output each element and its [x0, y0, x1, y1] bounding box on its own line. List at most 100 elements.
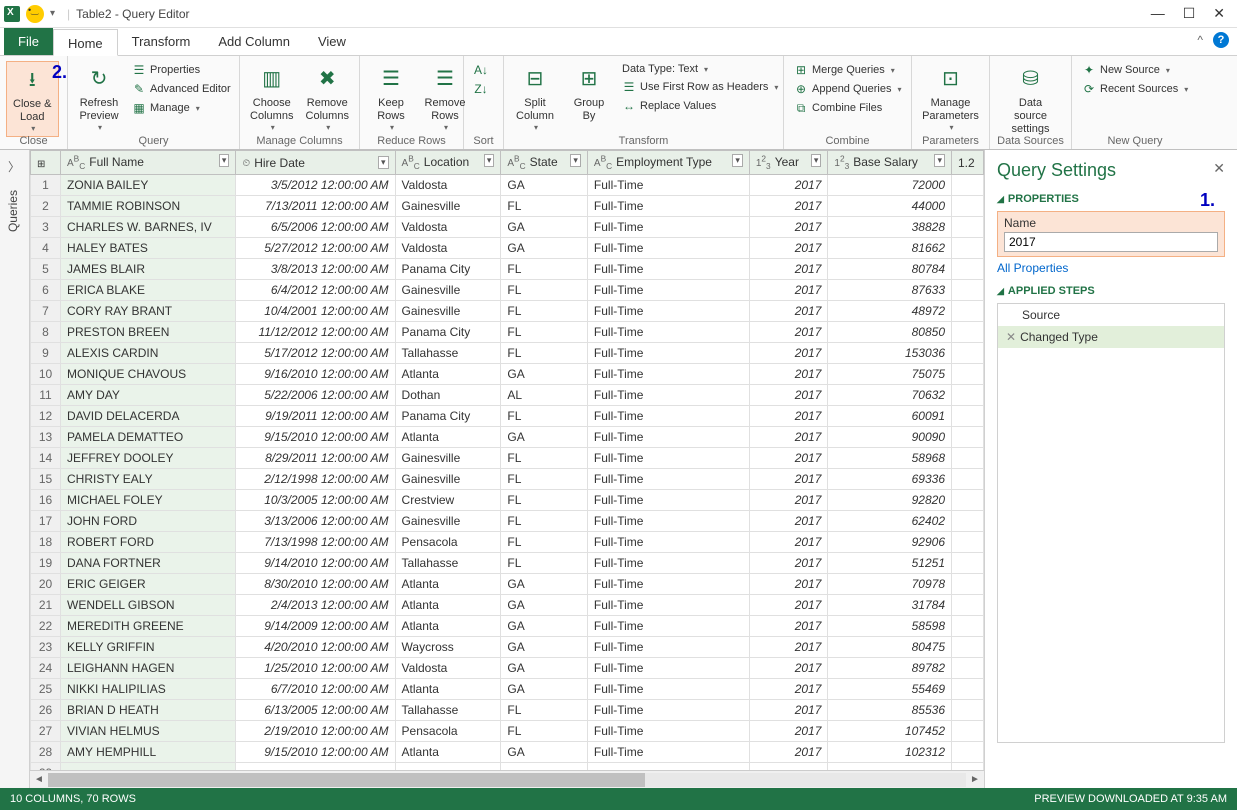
cell-year[interactable]: 2017 [749, 343, 828, 364]
cell-year[interactable]: 2017 [749, 532, 828, 553]
cell-fullname[interactable] [61, 763, 236, 770]
cell-extra[interactable] [952, 721, 984, 742]
cell-state[interactable]: GA [501, 679, 588, 700]
scrollbar-thumb[interactable] [48, 773, 645, 787]
manage-parameters-button[interactable]: ⊡Manage Parameters▾ [918, 61, 983, 135]
row-number[interactable]: 29 [31, 763, 61, 770]
split-column-button[interactable]: ⊟Split Column▾ [510, 61, 560, 135]
cell-fullname[interactable]: HALEY BATES [61, 238, 236, 259]
table-row[interactable]: 25NIKKI HALIPILIAS6/7/2010 12:00:00 AMAt… [31, 679, 984, 700]
cell-salary[interactable]: 51251 [828, 553, 952, 574]
cell-extra[interactable] [952, 364, 984, 385]
row-number[interactable]: 9 [31, 343, 61, 364]
cell-year[interactable]: 2017 [749, 448, 828, 469]
cell-employment[interactable]: Full-Time [587, 259, 749, 280]
cell-fullname[interactable]: ZONIA BAILEY [61, 175, 236, 196]
cell-hiredate[interactable] [236, 763, 395, 770]
cell-year[interactable]: 2017 [749, 721, 828, 742]
column-header[interactable]: ABCState▾ [501, 151, 588, 175]
cell-salary[interactable]: 92906 [828, 532, 952, 553]
cell-extra[interactable] [952, 217, 984, 238]
cell-fullname[interactable]: CHRISTY EALY [61, 469, 236, 490]
cell-fullname[interactable]: ERIC GEIGER [61, 574, 236, 595]
cell-location[interactable] [395, 763, 501, 770]
cell-fullname[interactable]: LEIGHANN HAGEN [61, 658, 236, 679]
qat-dropdown-icon[interactable]: ▾ [50, 8, 55, 19]
column-header[interactable]: ABCLocation▾ [395, 151, 501, 175]
cell-location[interactable]: Gainesville [395, 280, 501, 301]
cell-fullname[interactable]: MICHAEL FOLEY [61, 490, 236, 511]
cell-fullname[interactable]: MONIQUE CHAVOUS [61, 364, 236, 385]
cell-year[interactable]: 2017 [749, 301, 828, 322]
close-icon[interactable]: ✕ [1213, 5, 1225, 22]
cell-extra[interactable] [952, 406, 984, 427]
row-number[interactable]: 14 [31, 448, 61, 469]
cell-extra[interactable] [952, 700, 984, 721]
cell-employment[interactable]: Full-Time [587, 574, 749, 595]
cell-salary[interactable]: 62402 [828, 511, 952, 532]
cell-location[interactable]: Waycross [395, 637, 501, 658]
column-header[interactable]: 123Year▾ [749, 151, 828, 175]
cell-location[interactable]: Gainesville [395, 196, 501, 217]
cell-salary[interactable]: 58598 [828, 616, 952, 637]
cell-salary[interactable]: 44000 [828, 196, 952, 217]
cell-salary[interactable]: 153036 [828, 343, 952, 364]
cell-employment[interactable]: Full-Time [587, 532, 749, 553]
cell-state[interactable]: GA [501, 595, 588, 616]
cell-employment[interactable]: Full-Time [587, 700, 749, 721]
query-name-input[interactable] [1004, 232, 1218, 252]
cell-salary[interactable]: 70978 [828, 574, 952, 595]
cell-hiredate[interactable]: 2/4/2013 12:00:00 AM [236, 595, 395, 616]
filter-dropdown-icon[interactable]: ▾ [732, 154, 743, 167]
row-number[interactable]: 28 [31, 742, 61, 763]
cell-hiredate[interactable]: 10/4/2001 12:00:00 AM [236, 301, 395, 322]
row-number[interactable]: 3 [31, 217, 61, 238]
cell-salary[interactable]: 55469 [828, 679, 952, 700]
cell-extra[interactable] [952, 259, 984, 280]
cell-hiredate[interactable]: 10/3/2005 12:00:00 AM [236, 490, 395, 511]
cell-location[interactable]: Crestview [395, 490, 501, 511]
row-number[interactable]: 27 [31, 721, 61, 742]
cell-salary[interactable]: 87633 [828, 280, 952, 301]
cell-extra[interactable] [952, 196, 984, 217]
table-row[interactable]: 10MONIQUE CHAVOUS9/16/2010 12:00:00 AMAt… [31, 364, 984, 385]
table-row[interactable]: 22MEREDITH GREENE9/14/2009 12:00:00 AMAt… [31, 616, 984, 637]
tab-file[interactable]: File [4, 28, 53, 55]
cell-salary[interactable]: 102312 [828, 742, 952, 763]
maximize-icon[interactable]: ☐ [1183, 5, 1196, 22]
collapse-ribbon-icon[interactable]: ^ [1197, 33, 1203, 47]
cell-location[interactable]: Atlanta [395, 364, 501, 385]
cell-year[interactable]: 2017 [749, 616, 828, 637]
row-number[interactable]: 5 [31, 259, 61, 280]
table-row[interactable]: 5JAMES BLAIR3/8/2013 12:00:00 AMPanama C… [31, 259, 984, 280]
cell-employment[interactable]: Full-Time [587, 364, 749, 385]
cell-extra[interactable] [952, 532, 984, 553]
cell-extra[interactable] [952, 616, 984, 637]
table-corner[interactable]: ⊞ [31, 151, 61, 175]
cell-extra[interactable] [952, 343, 984, 364]
cell-year[interactable]: 2017 [749, 553, 828, 574]
cell-hiredate[interactable]: 6/5/2006 12:00:00 AM [236, 217, 395, 238]
remove-columns-button[interactable]: ✖Remove Columns▾ [302, 61, 354, 135]
cell-employment[interactable]: Full-Time [587, 280, 749, 301]
cell-location[interactable]: Atlanta [395, 427, 501, 448]
cell-year[interactable]: 2017 [749, 490, 828, 511]
cell-year[interactable]: 2017 [749, 595, 828, 616]
cell-extra[interactable] [952, 427, 984, 448]
cell-extra[interactable] [952, 595, 984, 616]
cell-hiredate[interactable]: 6/4/2012 12:00:00 AM [236, 280, 395, 301]
cell-salary[interactable]: 58968 [828, 448, 952, 469]
filter-dropdown-icon[interactable]: ▾ [570, 154, 581, 167]
cell-year[interactable]: 2017 [749, 574, 828, 595]
table-row[interactable]: 6ERICA BLAKE6/4/2012 12:00:00 AMGainesvi… [31, 280, 984, 301]
cell-salary[interactable]: 48972 [828, 301, 952, 322]
new-source-button[interactable]: ✦New Source▾ [1078, 61, 1192, 79]
row-number[interactable]: 15 [31, 469, 61, 490]
cell-salary[interactable]: 81662 [828, 238, 952, 259]
row-number[interactable]: 13 [31, 427, 61, 448]
table-row[interactable]: 28AMY HEMPHILL9/15/2010 12:00:00 AMAtlan… [31, 742, 984, 763]
cell-extra[interactable] [952, 679, 984, 700]
cell-hiredate[interactable]: 3/13/2006 12:00:00 AM [236, 511, 395, 532]
cell-hiredate[interactable]: 7/13/2011 12:00:00 AM [236, 196, 395, 217]
filter-dropdown-icon[interactable]: ▾ [934, 154, 945, 167]
